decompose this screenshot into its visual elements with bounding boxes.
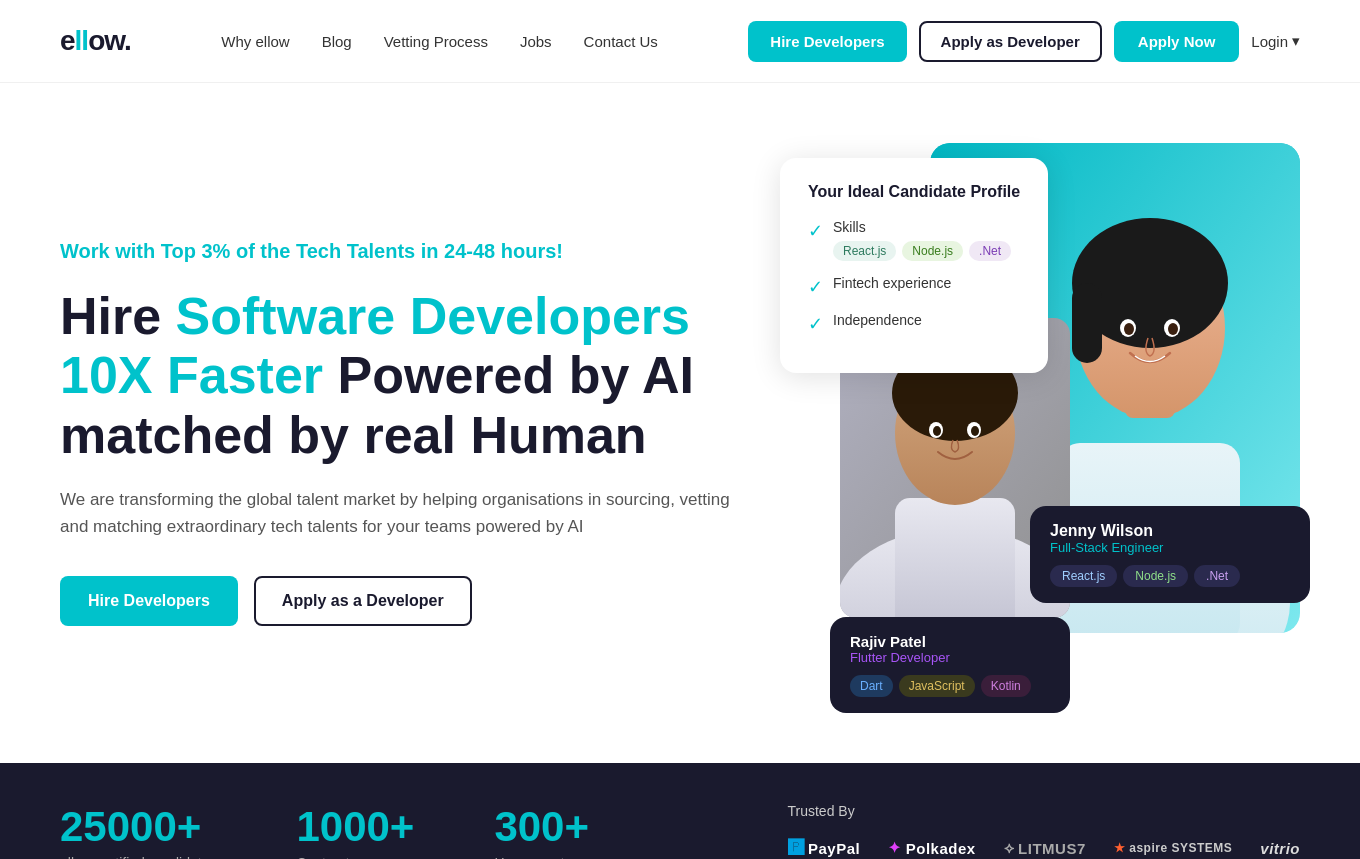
- paypal-icon: 🅿: [788, 839, 805, 857]
- skills-row: ✓ Skills React.js Node.js .Net: [808, 219, 1020, 261]
- litmus7-icon: ⟡: [1004, 839, 1015, 857]
- logo[interactable]: ellow.: [60, 25, 131, 57]
- fintech-label: Fintech experience: [833, 275, 951, 291]
- nav-why-ellow[interactable]: Why ellow: [221, 33, 289, 50]
- headline-hire: Hire: [60, 287, 176, 345]
- rajiv-tag-dart: Dart: [850, 675, 893, 697]
- headline-matched: matched by real Human: [60, 406, 647, 464]
- stat-contracts: 1000+ Contracts: [296, 803, 414, 859]
- rajiv-name: Rajiv Patel: [850, 633, 1050, 650]
- stats-section: 25000+ ellow certified candidates 1000+ …: [0, 763, 1360, 859]
- hero-tagline: Work with Top 3% of the Tech Talents in …: [60, 240, 740, 263]
- check-icon-fintech: ✓: [808, 276, 823, 298]
- hire-developers-hero-button[interactable]: Hire Developers: [60, 576, 238, 626]
- candidate-profile-card: Your Ideal Candidate Profile ✓ Skills Re…: [780, 158, 1048, 373]
- vitrio-logo: vitrio: [1260, 840, 1300, 857]
- jenny-role: Full-Stack Engineer: [1050, 540, 1290, 555]
- jenny-tag-node: Node.js: [1123, 565, 1188, 587]
- rajiv-tag-kotlin: Kotlin: [981, 675, 1031, 697]
- tag-nodejs: Node.js: [902, 241, 963, 261]
- jenny-wilson-card: Jenny Wilson Full-Stack Engineer React.j…: [1030, 506, 1310, 603]
- skills-label: Skills: [833, 219, 1011, 235]
- hero-visual: Your Ideal Candidate Profile ✓ Skills Re…: [810, 143, 1300, 723]
- litmus7-logo: ⟡ LITMUS7: [1004, 839, 1086, 857]
- rajiv-role: Flutter Developer: [850, 650, 1050, 665]
- stat-candidates-number: 25000+: [60, 803, 216, 851]
- stat-candidates-label: ellow certified candidates: [60, 855, 216, 859]
- tag-reactjs: React.js: [833, 241, 896, 261]
- tag-dotnet: .Net: [969, 241, 1011, 261]
- stats-numbers: 25000+ ellow certified candidates 1000+ …: [60, 803, 788, 859]
- jenny-tag-net: .Net: [1194, 565, 1240, 587]
- check-icon-skills: ✓: [808, 220, 823, 242]
- rajiv-patel-card: Rajiv Patel Flutter Developer Dart JavaS…: [830, 617, 1070, 713]
- fintech-row: ✓ Fintech experience: [808, 275, 1020, 298]
- stat-customers-number: 300+: [494, 803, 603, 851]
- rajiv-tags: Dart JavaScript Kotlin: [850, 675, 1050, 697]
- check-icon-independence: ✓: [808, 313, 823, 335]
- stat-customers: 300+ Happy customers: [494, 803, 603, 859]
- polkadex-logo: ✦ Polkadex: [888, 839, 975, 857]
- nav-contact[interactable]: Contact Us: [584, 33, 658, 50]
- stat-customers-label: Happy customers: [494, 855, 603, 859]
- svg-rect-6: [1072, 283, 1102, 363]
- headline-powered-by-ai: Powered by AI: [323, 346, 694, 404]
- stat-contracts-label: Contracts: [296, 855, 414, 859]
- skills-tags: React.js Node.js .Net: [833, 241, 1011, 261]
- headline-10x-faster: 10X Faster: [60, 346, 323, 404]
- apply-now-nav-button[interactable]: Apply Now: [1114, 21, 1240, 62]
- jenny-tag-react: React.js: [1050, 565, 1117, 587]
- trusted-by-label: Trusted By: [788, 803, 855, 819]
- apply-as-developer-hero-button[interactable]: Apply as a Developer: [254, 576, 472, 626]
- jenny-name: Jenny Wilson: [1050, 522, 1290, 540]
- svg-point-19: [933, 426, 941, 436]
- hero-section: Work with Top 3% of the Tech Talents in …: [0, 83, 1360, 763]
- stat-contracts-number: 1000+: [296, 803, 414, 851]
- aspire-icon: ★: [1114, 841, 1126, 855]
- independence-row: ✓ Independence: [808, 312, 1020, 335]
- nav-actions: Hire Developers Apply as Developer Apply…: [748, 21, 1300, 62]
- hero-buttons: Hire Developers Apply as a Developer: [60, 576, 740, 626]
- hero-headline: Hire Software Developers 10X Faster Powe…: [60, 287, 740, 466]
- navbar: ellow. Why ellow Blog Vetting Process Jo…: [0, 0, 1360, 83]
- nav-vetting[interactable]: Vetting Process: [384, 33, 488, 50]
- login-button[interactable]: Login ▾: [1251, 32, 1300, 50]
- nav-links: Why ellow Blog Vetting Process Jobs Cont…: [221, 33, 658, 50]
- hire-developers-nav-button[interactable]: Hire Developers: [748, 21, 906, 62]
- nav-blog[interactable]: Blog: [322, 33, 352, 50]
- stat-candidates: 25000+ ellow certified candidates: [60, 803, 216, 859]
- svg-point-20: [971, 426, 979, 436]
- headline-software-developers: Software Developers: [176, 287, 690, 345]
- aspire-logo: ★ aspire SYSTEMS: [1114, 841, 1233, 855]
- svg-point-10: [1168, 323, 1178, 335]
- jenny-tags: React.js Node.js .Net: [1050, 565, 1290, 587]
- nav-jobs[interactable]: Jobs: [520, 33, 552, 50]
- svg-rect-13: [895, 498, 1015, 618]
- paypal-logo: 🅿 PayPal: [788, 839, 861, 857]
- hero-description: We are transforming the global talent ma…: [60, 486, 740, 540]
- polkadex-icon: ✦: [888, 839, 902, 857]
- svg-point-9: [1124, 323, 1134, 335]
- candidate-card-title: Your Ideal Candidate Profile: [808, 182, 1020, 203]
- hero-content: Work with Top 3% of the Tech Talents in …: [60, 240, 740, 627]
- apply-as-developer-nav-button[interactable]: Apply as Developer: [919, 21, 1102, 62]
- trusted-by-section: Trusted By 🅿 PayPal ✦ Polkadex ⟡ LITMUS7…: [788, 803, 1301, 857]
- chevron-down-icon: ▾: [1292, 32, 1300, 50]
- independence-label: Independence: [833, 312, 922, 328]
- brand-logos: 🅿 PayPal ✦ Polkadex ⟡ LITMUS7 ★ aspire S…: [788, 839, 1301, 857]
- rajiv-tag-javascript: JavaScript: [899, 675, 975, 697]
